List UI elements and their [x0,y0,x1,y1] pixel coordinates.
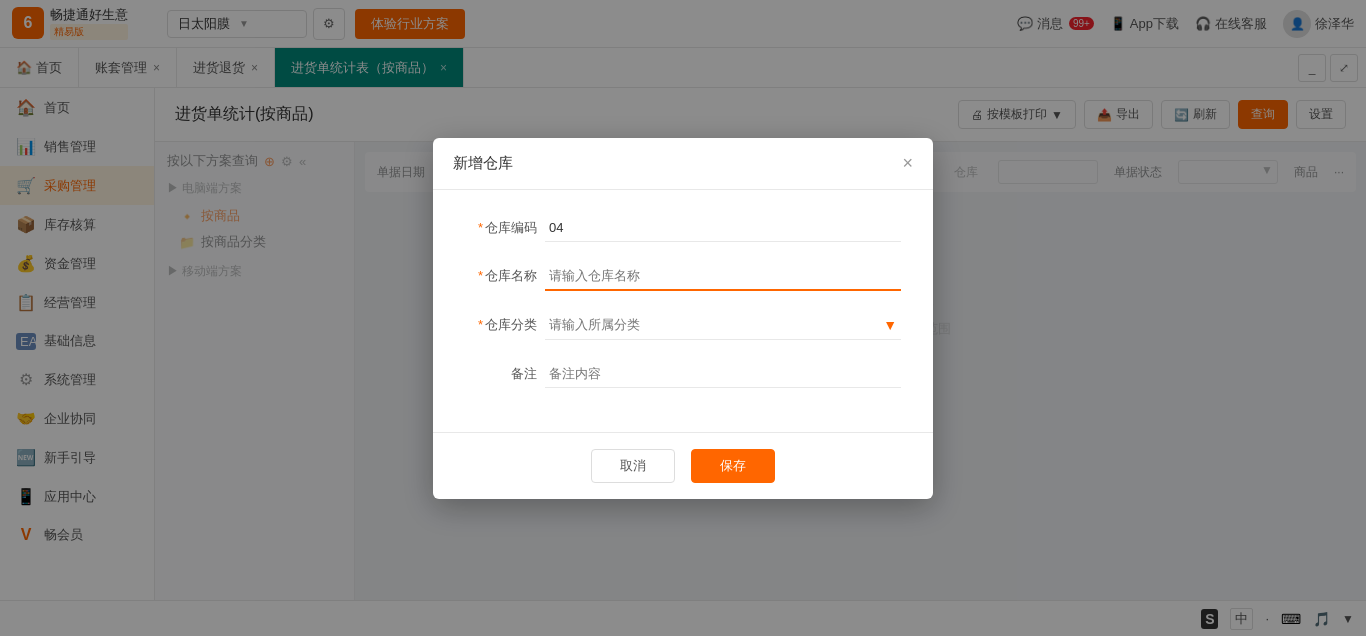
save-button[interactable]: 保存 [691,449,775,483]
dialog-footer: 取消 保存 [433,432,933,499]
category-dropdown-arrow: ▼ [883,317,897,333]
remark-input[interactable] [545,360,901,388]
cancel-button[interactable]: 取消 [591,449,675,483]
category-input[interactable] [549,317,883,332]
form-row-remark: 备注 [465,360,901,388]
category-label: 仓库分类 [465,316,545,334]
remark-label: 备注 [465,365,545,383]
dialog-header: 新增仓库 × [433,138,933,190]
add-warehouse-dialog: 新增仓库 × 仓库编码 仓库名称 仓库分类 ▼ [433,138,933,499]
form-row-category: 仓库分类 ▼ [465,311,901,340]
modal-overlay: 新增仓库 × 仓库编码 仓库名称 仓库分类 ▼ [0,0,1366,636]
dialog-title: 新增仓库 [453,154,513,173]
dialog-close-btn[interactable]: × [902,154,913,172]
category-select-wrapper: ▼ [545,311,901,340]
form-row-name: 仓库名称 [465,262,901,291]
form-row-code: 仓库编码 [465,214,901,242]
name-input[interactable] [545,262,901,291]
dialog-body: 仓库编码 仓库名称 仓库分类 ▼ 备注 [433,190,933,432]
name-label: 仓库名称 [465,267,545,285]
code-input[interactable] [545,214,901,242]
code-label: 仓库编码 [465,219,545,237]
